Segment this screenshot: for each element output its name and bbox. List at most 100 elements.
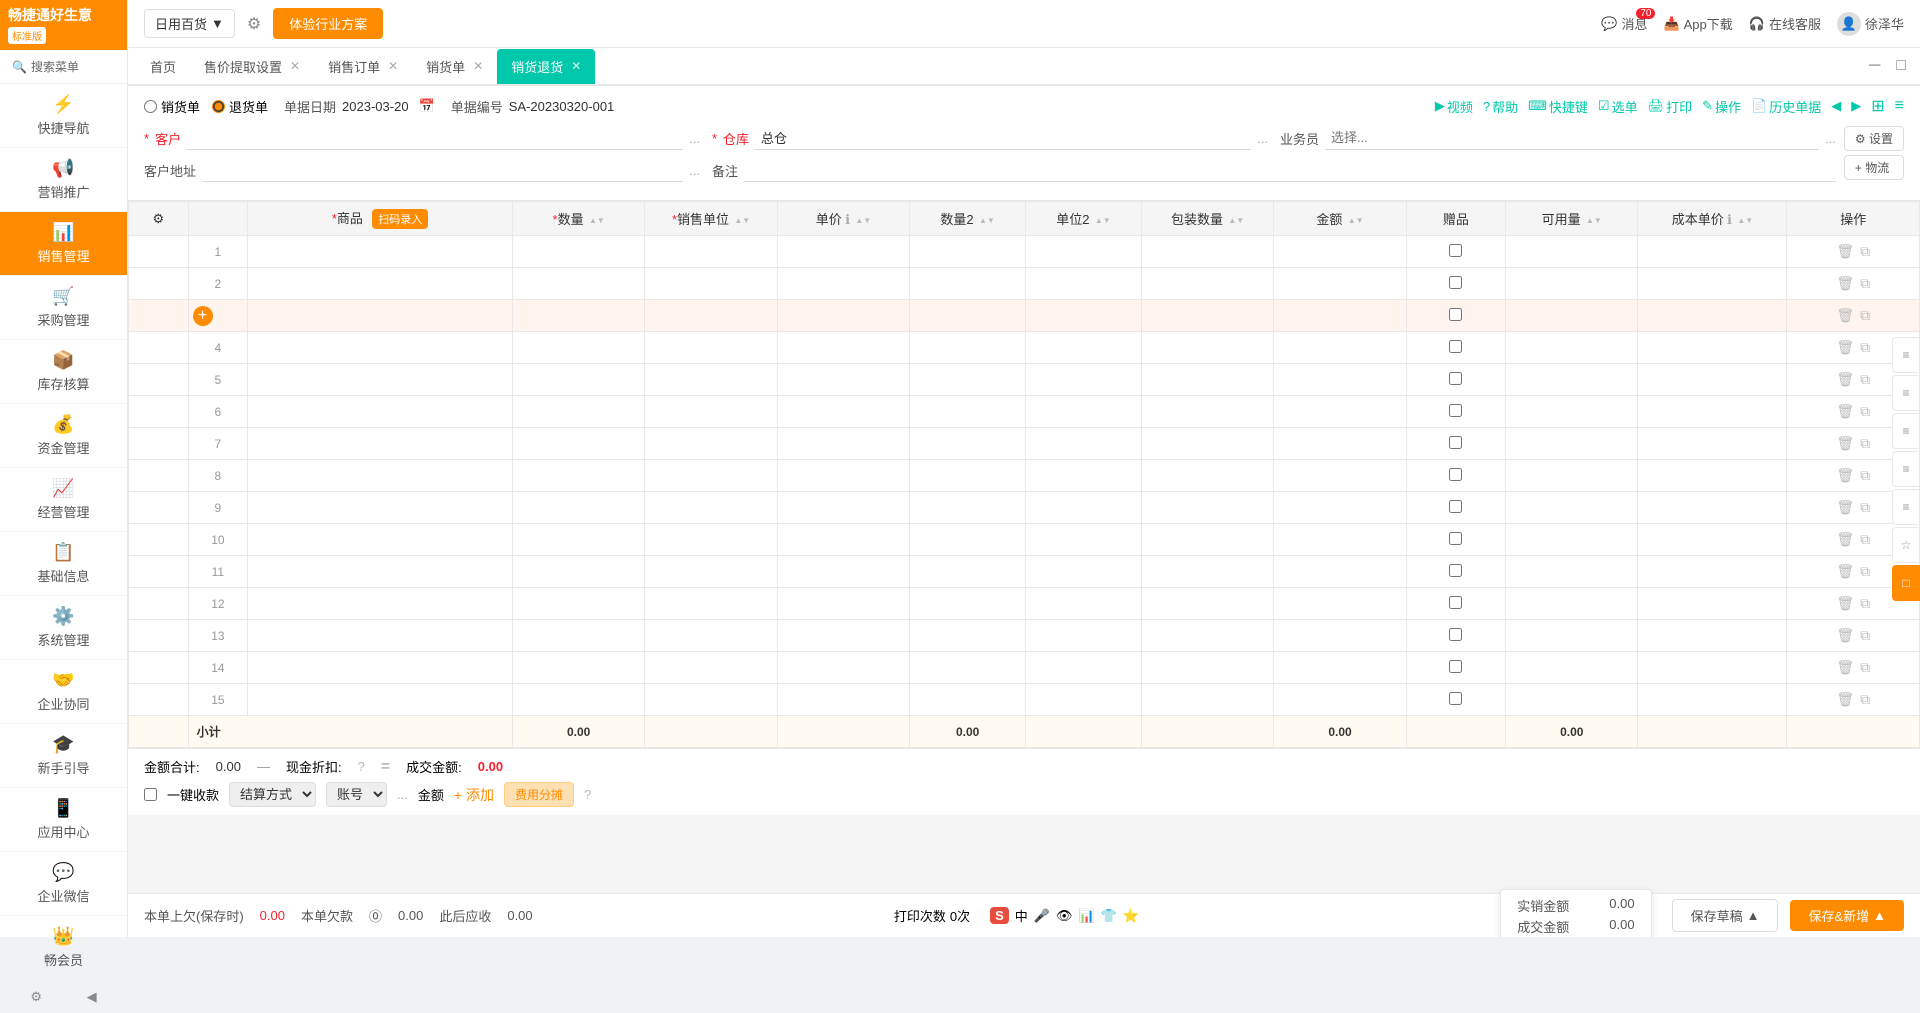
td-cost-8[interactable] xyxy=(1638,460,1787,492)
td-qty-6[interactable] xyxy=(512,396,644,428)
radio-sales-delivery[interactable]: 销货单 xyxy=(144,97,200,116)
td-gift-1[interactable] xyxy=(1406,236,1505,268)
account-ellipsis[interactable]: ... xyxy=(397,787,408,802)
td-price-10[interactable] xyxy=(777,524,909,556)
delete-row-btn-12[interactable]: 🗑 xyxy=(1836,595,1854,612)
td-avail-13[interactable] xyxy=(1506,620,1638,652)
td-product-5[interactable] xyxy=(248,364,513,396)
td-product-13[interactable] xyxy=(248,620,513,652)
td-unit2-11[interactable] xyxy=(1026,556,1142,588)
td-qty2-2[interactable] xyxy=(910,268,1026,300)
amount-sort-icon[interactable]: ▲▼ xyxy=(1348,216,1364,225)
sidebar-item-app[interactable]: 📱 应用中心 xyxy=(0,788,127,852)
td-qty2-15[interactable] xyxy=(910,684,1026,716)
td-qty-15[interactable] xyxy=(512,684,644,716)
sidebar-collapse-icon[interactable]: ◀ xyxy=(87,989,97,1005)
td-pack-15[interactable] xyxy=(1141,684,1273,716)
td-qty2-11[interactable] xyxy=(910,556,1026,588)
td-gift-10[interactable] xyxy=(1406,524,1505,556)
list-view-icon[interactable]: ≡ xyxy=(1895,97,1904,115)
td-unit2-15[interactable] xyxy=(1026,684,1142,716)
chart-icon[interactable]: 📊 xyxy=(1078,908,1094,924)
copy-row-btn-15[interactable]: ⧉ xyxy=(1860,691,1870,708)
td-cost-2[interactable] xyxy=(1638,268,1787,300)
logistics-btn[interactable]: + 物流 xyxy=(1844,155,1904,180)
td-unit2-4[interactable] xyxy=(1026,332,1142,364)
td-qty2-3[interactable] xyxy=(910,300,1026,332)
warehouse-ellipsis[interactable]: ... xyxy=(1257,131,1268,146)
td-qty-9[interactable] xyxy=(512,492,644,524)
td-qty-7[interactable] xyxy=(512,428,644,460)
td-unit2-1[interactable] xyxy=(1026,236,1142,268)
td-price-12[interactable] xyxy=(777,588,909,620)
td-unit2-9[interactable] xyxy=(1026,492,1142,524)
qty2-sort-icon[interactable]: ▲▼ xyxy=(979,216,995,225)
radio-sales-input[interactable] xyxy=(144,100,157,113)
industry-select[interactable]: 日用百货 ▼ xyxy=(144,9,235,38)
sidebar-item-inventory[interactable]: 📦 库存核算 xyxy=(0,340,127,404)
sidebar-item-marketing[interactable]: 📢 营销推广 xyxy=(0,148,127,212)
td-amount-2[interactable] xyxy=(1274,268,1406,300)
td-gift-3[interactable] xyxy=(1406,300,1505,332)
td-pack-7[interactable] xyxy=(1141,428,1273,460)
unit2-sort-icon[interactable]: ▲▼ xyxy=(1095,216,1111,225)
td-qty-10[interactable] xyxy=(512,524,644,556)
unit-sort-icon[interactable]: ▲▼ xyxy=(734,216,750,225)
td-pack-13[interactable] xyxy=(1141,620,1273,652)
td-price-2[interactable] xyxy=(777,268,909,300)
tab-close-icon[interactable]: ✕ xyxy=(571,59,581,73)
copy-row-btn-8[interactable]: ⧉ xyxy=(1860,467,1870,484)
account-select[interactable]: 账号 xyxy=(326,782,387,807)
td-amount-6[interactable] xyxy=(1274,396,1406,428)
history-btn[interactable]: 📄 历史单据 xyxy=(1751,97,1821,116)
td-cost-7[interactable] xyxy=(1638,428,1787,460)
nav-next-icon[interactable]: ▶ xyxy=(1851,98,1861,114)
td-cost-5[interactable] xyxy=(1638,364,1787,396)
message-btn[interactable]: 💬 消息 70 xyxy=(1601,14,1647,33)
td-unit-12[interactable] xyxy=(645,588,777,620)
warehouse-input[interactable] xyxy=(755,126,1251,150)
td-avail-5[interactable] xyxy=(1506,364,1638,396)
td-gift-4[interactable] xyxy=(1406,332,1505,364)
td-unit-6[interactable] xyxy=(645,396,777,428)
sidebar-item-sales[interactable]: 📊 销售管理 xyxy=(0,212,127,276)
td-gift-9[interactable] xyxy=(1406,492,1505,524)
td-amount-7[interactable] xyxy=(1274,428,1406,460)
td-avail-2[interactable] xyxy=(1506,268,1638,300)
right-panel-item-4[interactable]: ≡ xyxy=(1892,451,1920,487)
td-unit2-6[interactable] xyxy=(1026,396,1142,428)
qty-sort-icon[interactable]: ▲▼ xyxy=(589,216,605,225)
pack-sort-icon[interactable]: ▲▼ xyxy=(1228,216,1244,225)
delete-row-btn-13[interactable]: 🗑 xyxy=(1836,627,1854,644)
td-price-11[interactable] xyxy=(777,556,909,588)
gift-checkbox-11[interactable] xyxy=(1449,564,1462,577)
product-input-3[interactable] xyxy=(252,308,508,323)
delete-row-btn-5[interactable]: 🗑 xyxy=(1836,371,1854,388)
delete-row-btn-2[interactable]: 🗑 xyxy=(1836,275,1854,292)
td-qty2-12[interactable] xyxy=(910,588,1026,620)
td-gift-11[interactable] xyxy=(1406,556,1505,588)
td-product-7[interactable] xyxy=(248,428,513,460)
td-amount-13[interactable] xyxy=(1274,620,1406,652)
td-price-5[interactable] xyxy=(777,364,909,396)
copy-row-btn-6[interactable]: ⧉ xyxy=(1860,403,1870,420)
video-btn[interactable]: ▶ 视频 xyxy=(1435,97,1473,116)
td-unit2-3[interactable] xyxy=(1026,300,1142,332)
delete-row-btn-4[interactable]: 🗑 xyxy=(1836,339,1854,356)
delete-row-btn-8[interactable]: 🗑 xyxy=(1836,467,1854,484)
right-panel-item-2[interactable]: ≡ xyxy=(1892,375,1920,411)
td-avail-14[interactable] xyxy=(1506,652,1638,684)
td-pack-14[interactable] xyxy=(1141,652,1273,684)
sidebar-search[interactable]: 🔍 搜索菜单 xyxy=(0,50,127,84)
td-unit-7[interactable] xyxy=(645,428,777,460)
delete-row-btn-1[interactable]: 🗑 xyxy=(1836,243,1854,260)
td-price-1[interactable] xyxy=(777,236,909,268)
sidebar-settings-icon[interactable]: ⚙ xyxy=(30,989,42,1005)
td-product-12[interactable] xyxy=(248,588,513,620)
td-unit-1[interactable] xyxy=(645,236,777,268)
minimize-icon[interactable]: ─ xyxy=(1863,55,1886,77)
td-amount-11[interactable] xyxy=(1274,556,1406,588)
gift-checkbox-4[interactable] xyxy=(1449,340,1462,353)
right-panel-item-3[interactable]: ≡ xyxy=(1892,413,1920,449)
td-price-6[interactable] xyxy=(777,396,909,428)
